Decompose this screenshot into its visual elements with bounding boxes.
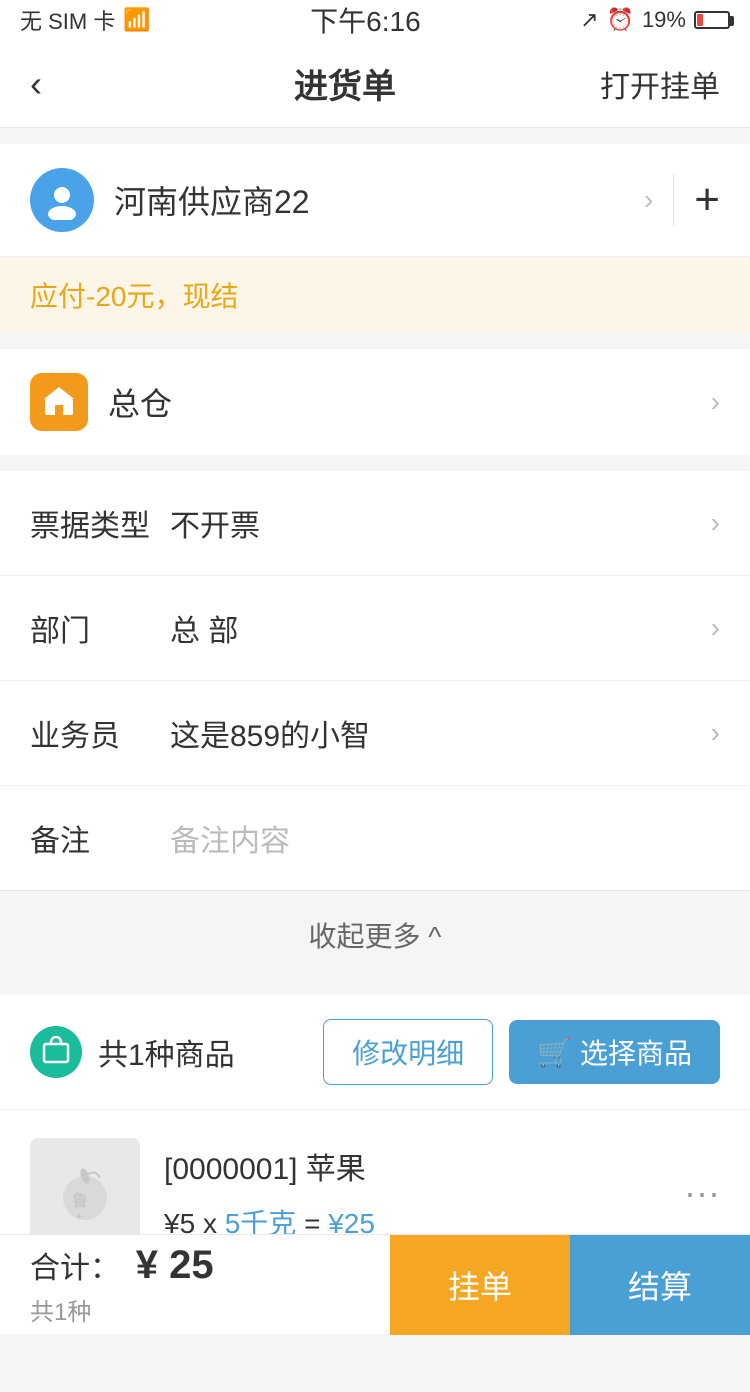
svg-text:鲁: 鲁 — [72, 1192, 88, 1210]
note-row[interactable]: 备注 备注内容 — [0, 785, 750, 890]
alarm-icon: ⏰ — [607, 7, 634, 33]
product-name: [0000001] 苹果 — [164, 1144, 668, 1188]
back-button[interactable]: ‹ — [30, 63, 90, 105]
location-icon: ↗ — [580, 7, 598, 33]
checkout-button[interactable]: 结算 — [570, 1235, 750, 1335]
select-product-label: 选择商品 — [580, 1032, 692, 1072]
svg-text:+: + — [76, 1212, 82, 1223]
status-right: ↗ ⏰ 19% — [580, 7, 730, 33]
separator-top — [0, 128, 750, 144]
nav-bar: ‹ 进货单 打开挂单 — [0, 40, 750, 128]
bottom-bar: 合计： ¥ 25 共1种 挂单 结算 — [0, 1234, 750, 1334]
note-label: 备注 — [30, 816, 150, 860]
warehouse-section[interactable]: 总仓 › — [0, 349, 750, 455]
department-row[interactable]: 部门 总 部 › — [0, 575, 750, 680]
staff-value: 这是859的小智 — [170, 711, 701, 755]
supplier-divider — [673, 175, 674, 225]
sim-status: 无 SIM 卡 — [20, 4, 115, 36]
warning-text: 应付-20元，现结 — [30, 281, 238, 312]
supplier-row[interactable]: 河南供应商22 › + — [0, 144, 750, 257]
department-label: 部门 — [30, 606, 150, 650]
staff-label: 业务员 — [30, 711, 150, 755]
supplier-avatar — [30, 168, 94, 232]
collapse-button[interactable]: 收起更多 ^ — [0, 890, 750, 979]
warehouse-name: 总仓 — [108, 379, 701, 425]
product-count-text: 共1种商品 — [98, 1030, 307, 1074]
collapse-text: 收起更多 ^ — [309, 921, 442, 952]
page-title: 进货单 — [294, 59, 396, 108]
supplier-add-button[interactable]: + — [694, 178, 720, 222]
status-left: 无 SIM 卡 📶 — [20, 4, 151, 36]
product-info: [0000001] 苹果 ¥5 x 5千克 = ¥25 — [164, 1144, 668, 1242]
cart-icon: 🛒 — [537, 1036, 572, 1069]
staff-chevron-icon: › — [711, 717, 720, 749]
invoice-label: 票据类型 — [30, 501, 150, 545]
edit-detail-button[interactable]: 修改明细 — [323, 1019, 493, 1085]
hang-button[interactable]: 挂单 — [390, 1235, 570, 1335]
supplier-section: 河南供应商22 › + 应付-20元，现结 — [0, 144, 750, 333]
total-label: 合计： — [30, 1252, 120, 1285]
select-product-button[interactable]: 🛒 选择商品 — [509, 1020, 720, 1084]
total-count: 共1种 — [30, 1292, 360, 1327]
supplier-chevron-icon: › — [644, 184, 653, 216]
note-input[interactable]: 备注内容 — [170, 816, 720, 860]
supplier-name: 河南供应商22 — [114, 177, 634, 223]
product-more-button[interactable]: ··· — [668, 1172, 720, 1214]
product-header: 共1种商品 修改明细 🛒 选择商品 — [0, 995, 750, 1110]
total-section: 合计： ¥ 25 共1种 — [0, 1243, 390, 1327]
warehouse-icon — [30, 373, 88, 431]
department-value: 总 部 — [170, 606, 701, 650]
warehouse-chevron-icon: › — [711, 386, 720, 418]
staff-row[interactable]: 业务员 这是859的小智 › — [0, 680, 750, 785]
product-thumbnail: 鲁 + — [30, 1138, 140, 1248]
total-row: 合计： ¥ 25 — [30, 1243, 360, 1288]
department-chevron-icon: › — [711, 612, 720, 644]
open-hang-button[interactable]: 打开挂单 — [600, 62, 720, 106]
form-section: 票据类型 不开票 › 部门 总 部 › 业务员 这是859的小智 › 备注 备注… — [0, 471, 750, 979]
invoice-row[interactable]: 票据类型 不开票 › — [0, 471, 750, 575]
invoice-chevron-icon: › — [711, 507, 720, 539]
battery-icon — [694, 11, 730, 29]
warehouse-row[interactable]: 总仓 › — [0, 349, 750, 455]
battery-percent: 19% — [642, 7, 686, 33]
product-count-icon — [30, 1026, 82, 1078]
warning-banner: 应付-20元，现结 — [0, 257, 750, 333]
content-area: 河南供应商22 › + 应付-20元，现结 总仓 › 票据类型 不开票 — [0, 128, 750, 1392]
total-amount: ¥ 25 — [136, 1243, 214, 1287]
invoice-value: 不开票 — [170, 501, 701, 545]
wifi-icon: 📶 — [123, 7, 150, 33]
status-bar: 无 SIM 卡 📶 下午6:16 ↗ ⏰ 19% — [0, 0, 750, 40]
status-time: 下午6:16 — [310, 0, 421, 40]
